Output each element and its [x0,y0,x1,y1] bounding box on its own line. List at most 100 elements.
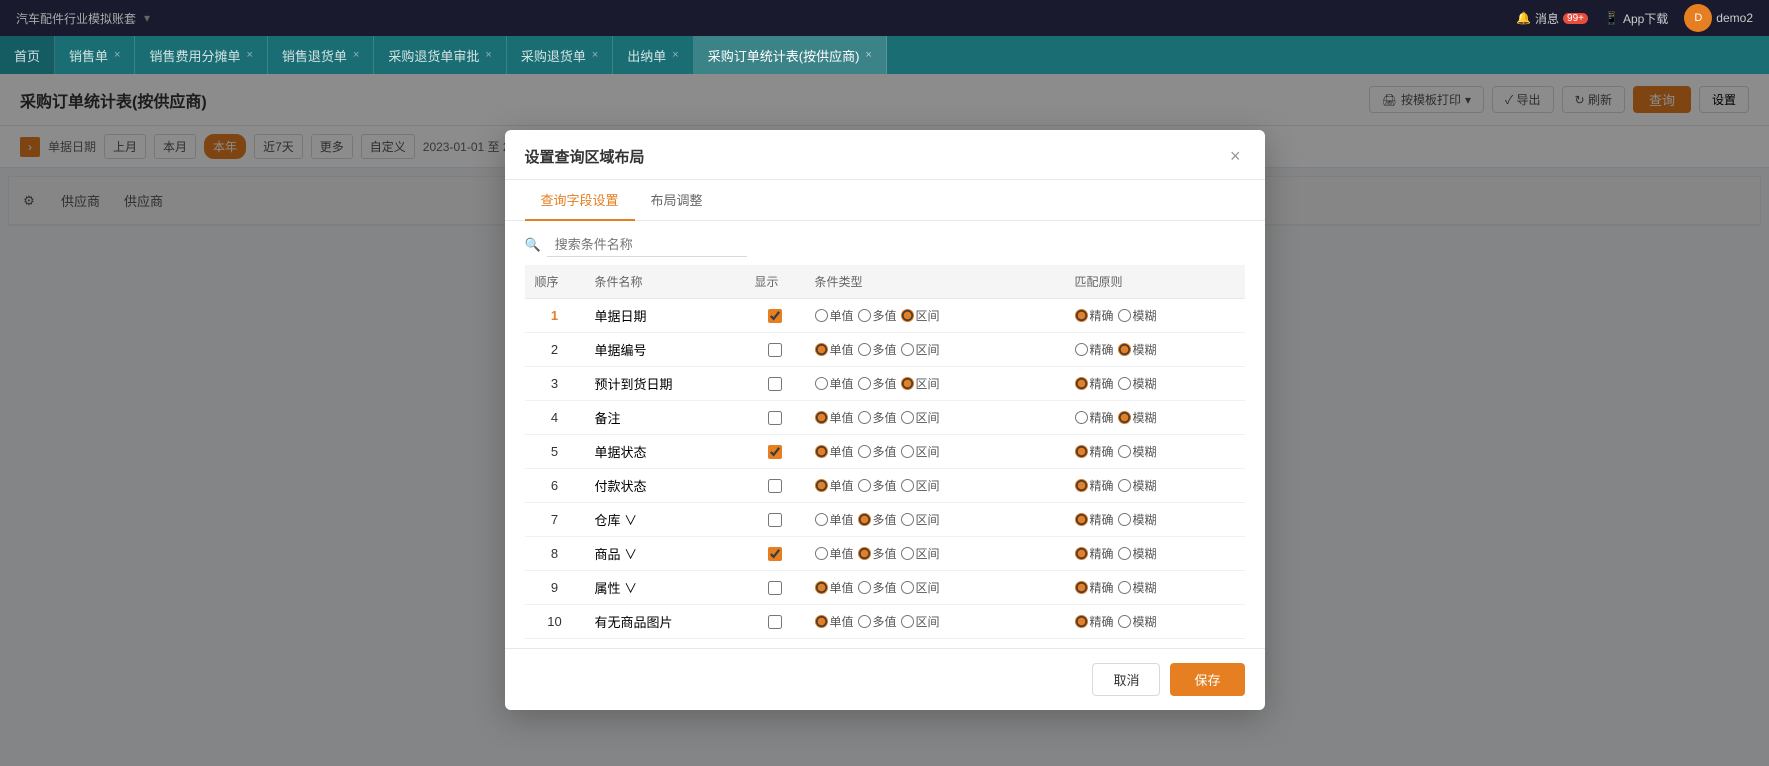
type-radio[interactable] [815,343,828,356]
type-radio-label[interactable]: 多值 [858,341,897,358]
display-checkbox[interactable] [768,411,782,425]
notification-btn[interactable]: 🔔 消息 99+ [1516,10,1588,27]
type-radio[interactable] [815,615,828,628]
match-radio-label[interactable]: 精确 [1075,307,1114,324]
match-radio[interactable] [1075,445,1088,458]
close-tab-cashier[interactable]: × [672,49,678,61]
tab-sales-order[interactable]: 销售单 × [55,36,135,74]
match-radio-label[interactable]: 精确 [1075,477,1114,494]
match-radio-label[interactable]: 精确 [1075,375,1114,392]
match-radio[interactable] [1118,377,1131,390]
match-radio[interactable] [1075,581,1088,594]
tab-purchase-return[interactable]: 采购退货单 × [507,36,613,74]
type-radio-label[interactable]: 区间 [901,375,940,392]
tab-sales-expense[interactable]: 销售费用分摊单 × [135,36,267,74]
type-radio-label[interactable]: 单值 [815,341,854,358]
type-radio[interactable] [858,411,871,424]
type-radio-label[interactable]: 区间 [901,579,940,596]
display-checkbox[interactable] [768,377,782,391]
match-radio[interactable] [1118,411,1131,424]
type-radio-label[interactable]: 区间 [901,409,940,426]
match-radio-label[interactable]: 模糊 [1118,409,1157,426]
match-radio[interactable] [1118,309,1131,322]
type-radio-label[interactable]: 单值 [815,545,854,562]
match-radio[interactable] [1075,513,1088,526]
match-radio[interactable] [1118,615,1131,628]
match-radio-label[interactable]: 精确 [1075,341,1114,358]
match-radio[interactable] [1118,581,1131,594]
type-radio[interactable] [858,479,871,492]
type-radio[interactable] [901,513,914,526]
type-radio[interactable] [858,581,871,594]
match-radio[interactable] [1118,343,1131,356]
type-radio[interactable] [901,445,914,458]
display-checkbox[interactable] [768,479,782,493]
type-radio-label[interactable]: 单值 [815,409,854,426]
type-radio[interactable] [901,411,914,424]
match-radio[interactable] [1118,479,1131,492]
type-radio[interactable] [815,479,828,492]
close-tab-sales-order[interactable]: × [114,49,120,61]
match-radio-label[interactable]: 模糊 [1118,375,1157,392]
type-radio-label[interactable]: 单值 [815,375,854,392]
match-radio-label[interactable]: 精确 [1075,545,1114,562]
type-radio[interactable] [815,513,828,526]
display-checkbox[interactable] [768,309,782,323]
type-radio-label[interactable]: 多值 [858,579,897,596]
match-radio[interactable] [1075,479,1088,492]
type-radio-label[interactable]: 单值 [815,613,854,630]
type-radio[interactable] [901,547,914,560]
type-radio-label[interactable]: 区间 [901,341,940,358]
close-tab-sales-return[interactable]: × [353,49,359,61]
display-checkbox[interactable] [768,547,782,561]
close-tab-purchase-stats[interactable]: × [865,49,871,61]
type-radio-label[interactable]: 区间 [901,307,940,324]
match-radio[interactable] [1075,411,1088,424]
type-radio[interactable] [858,513,871,526]
close-tab-purchase-return[interactable]: × [592,49,598,61]
cancel-button[interactable]: 取消 [1092,663,1160,696]
match-radio-label[interactable]: 模糊 [1118,341,1157,358]
type-radio[interactable] [858,547,871,560]
type-radio[interactable] [815,377,828,390]
match-radio-label[interactable]: 模糊 [1118,613,1157,630]
save-button[interactable]: 保存 [1170,663,1244,696]
user-avatar[interactable]: D demo2 [1684,4,1753,32]
match-radio-label[interactable]: 模糊 [1118,307,1157,324]
type-radio-label[interactable]: 区间 [901,545,940,562]
type-radio[interactable] [858,309,871,322]
type-radio[interactable] [815,411,828,424]
tab-cashier[interactable]: 出纳单 × [613,36,693,74]
type-radio-label[interactable]: 单值 [815,511,854,528]
type-radio[interactable] [901,343,914,356]
app-download-btn[interactable]: 📱 App下载 [1604,10,1668,27]
display-checkbox[interactable] [768,615,782,629]
modal-close-button[interactable]: × [1226,146,1245,167]
display-checkbox[interactable] [768,445,782,459]
tab-purchase-return-approval[interactable]: 采购退货单审批 × [374,36,506,74]
type-radio-label[interactable]: 单值 [815,477,854,494]
close-tab-sales-expense[interactable]: × [246,49,252,61]
type-radio-label[interactable]: 多值 [858,409,897,426]
match-radio-label[interactable]: 精确 [1075,511,1114,528]
type-radio-label[interactable]: 区间 [901,443,940,460]
type-radio-label[interactable]: 区间 [901,511,940,528]
match-radio[interactable] [1075,377,1088,390]
display-checkbox[interactable] [768,581,782,595]
match-radio[interactable] [1075,343,1088,356]
tab-purchase-stats[interactable]: 采购订单统计表(按供应商) × [694,36,887,74]
type-radio-label[interactable]: 多值 [858,545,897,562]
match-radio[interactable] [1075,547,1088,560]
type-radio[interactable] [815,309,828,322]
type-radio-label[interactable]: 单值 [815,443,854,460]
type-radio-label[interactable]: 单值 [815,307,854,324]
match-radio-label[interactable]: 精确 [1075,443,1114,460]
tab-sales-return[interactable]: 销售退货单 × [268,36,374,74]
type-radio-label[interactable]: 多值 [858,477,897,494]
match-radio-label[interactable]: 模糊 [1118,545,1157,562]
type-radio-label[interactable]: 单值 [815,579,854,596]
close-tab-purchase-return-approval[interactable]: × [485,49,491,61]
type-radio-label[interactable]: 多值 [858,613,897,630]
type-radio-label[interactable]: 多值 [858,443,897,460]
type-radio[interactable] [858,377,871,390]
